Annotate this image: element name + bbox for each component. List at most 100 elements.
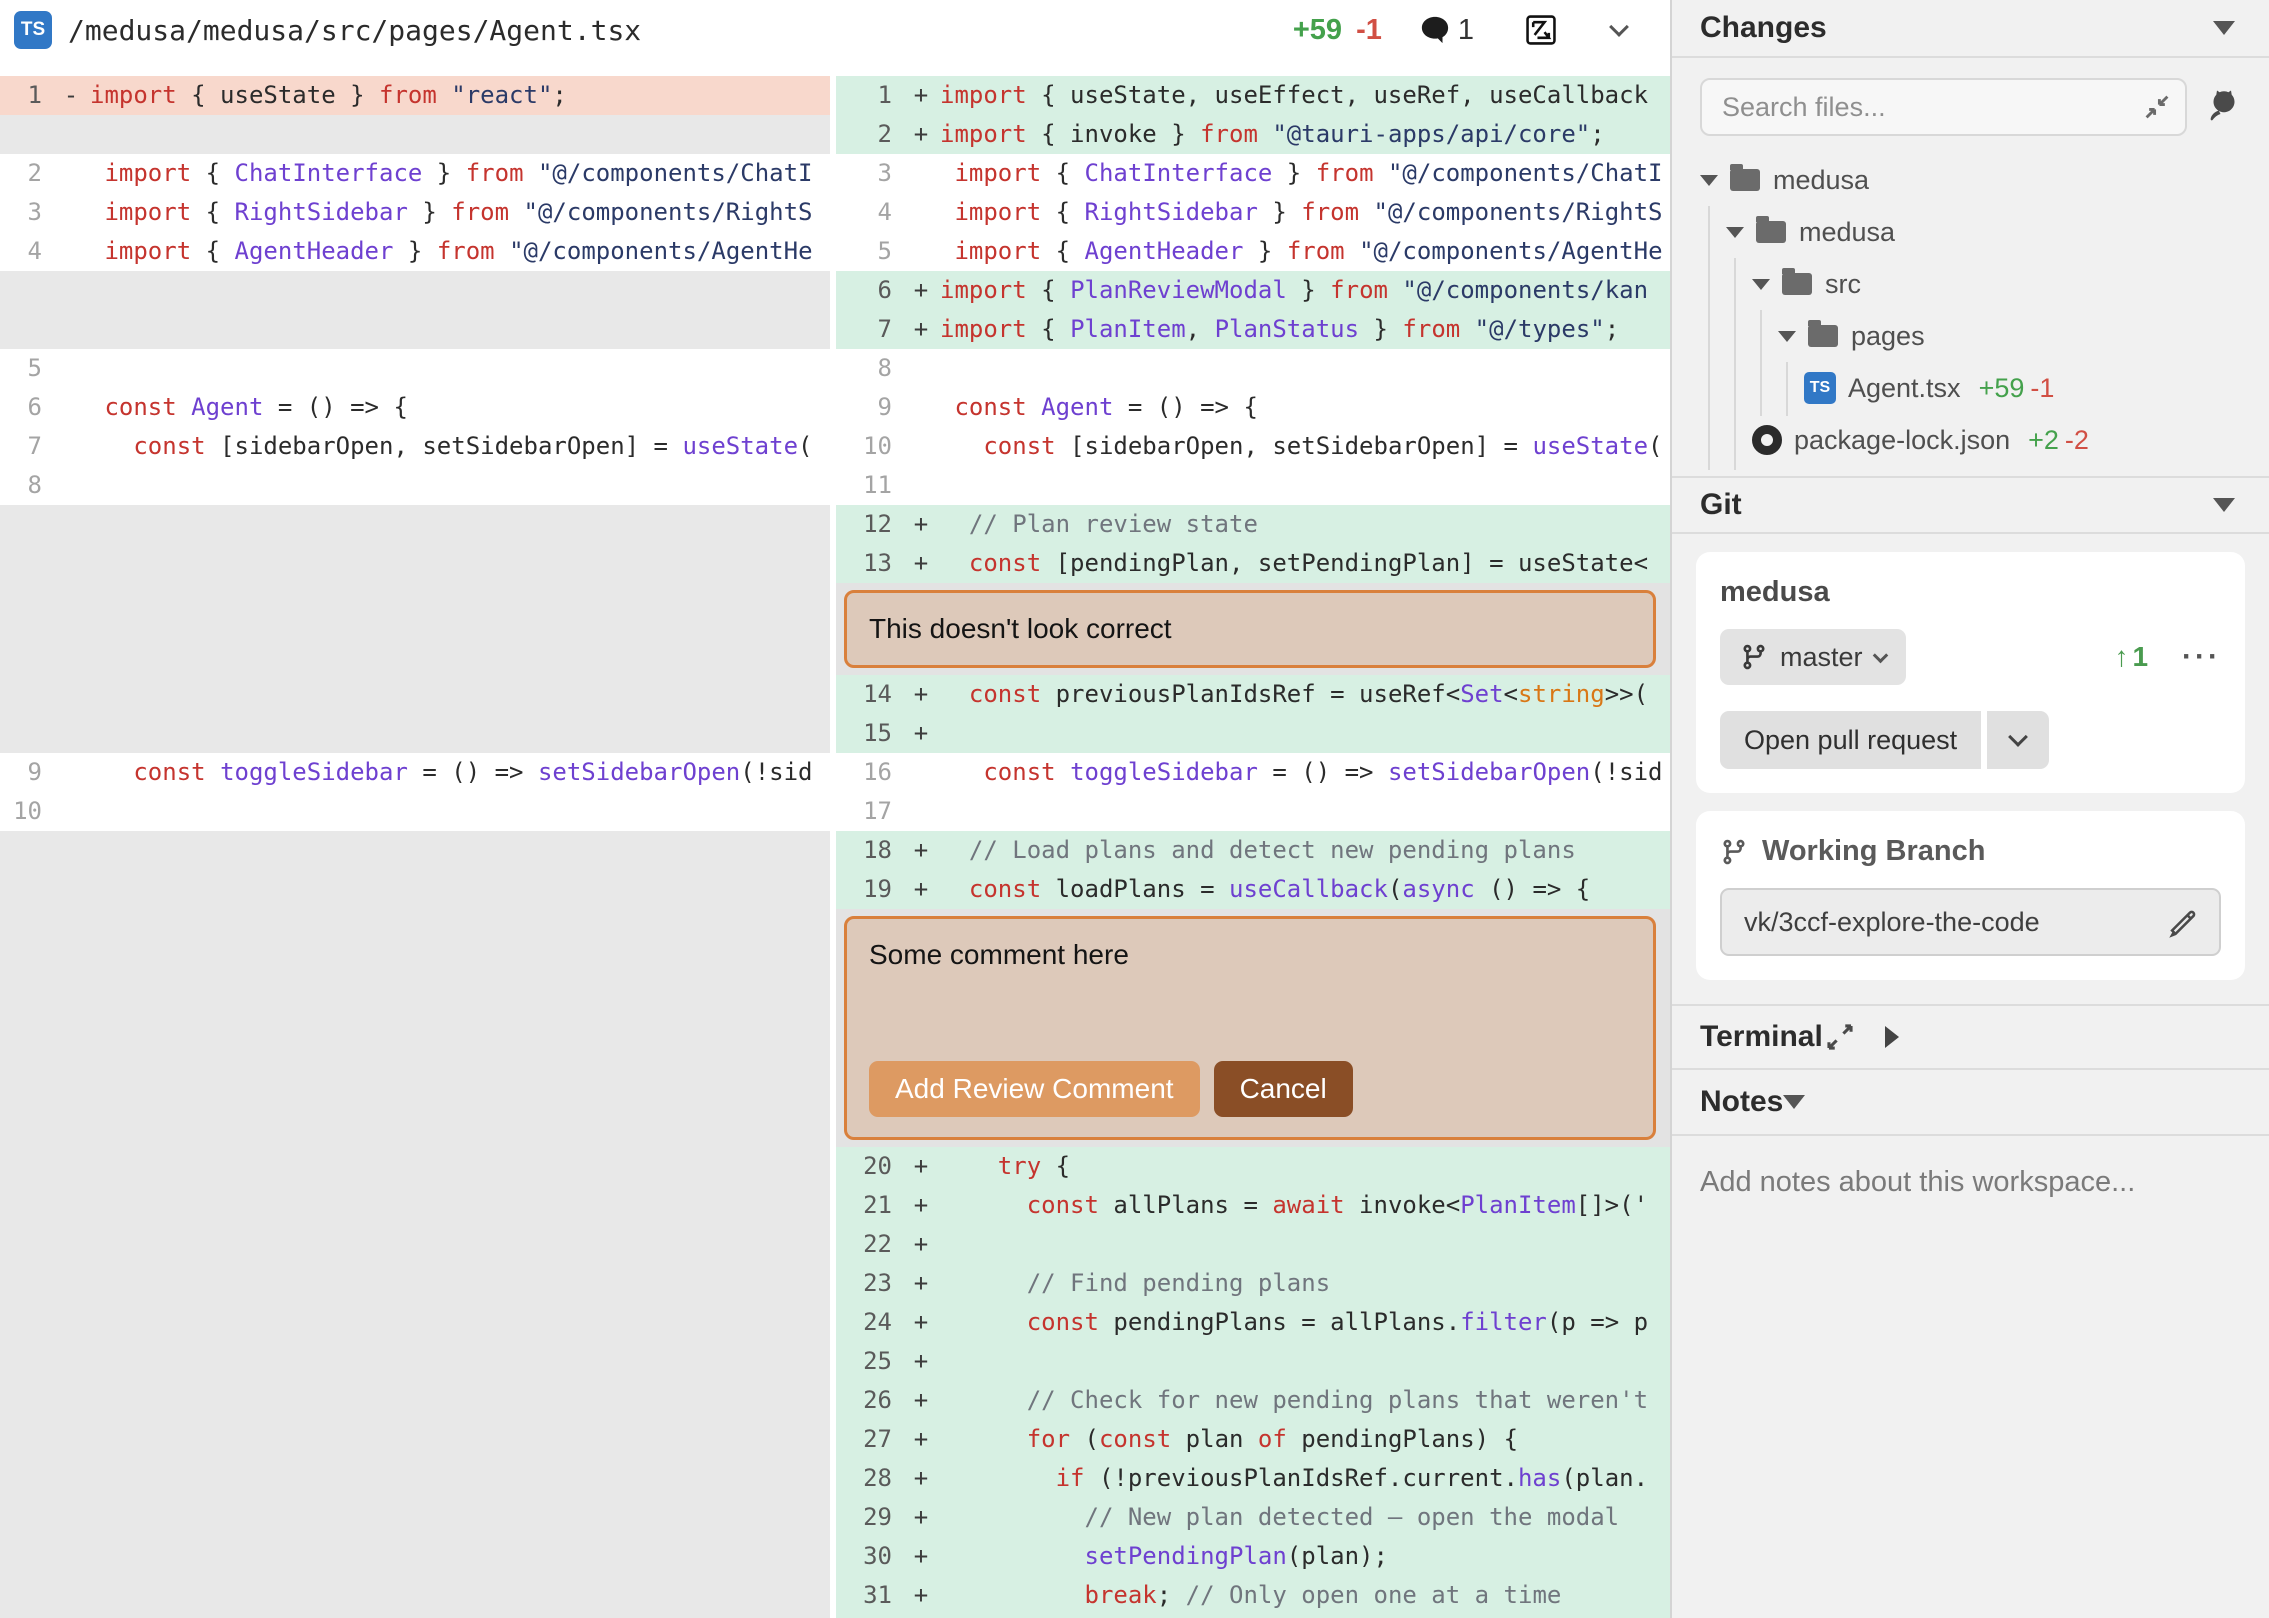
line-number: 3: [836, 154, 902, 193]
tree-item-medusa[interactable]: medusa: [1672, 154, 2269, 206]
diff-line[interactable]: 19+ const loadPlans = useCallback(async …: [836, 870, 1670, 909]
open-pull-request-button[interactable]: Open pull request: [1720, 711, 1981, 769]
tree-item-medusa[interactable]: medusa: [1672, 206, 2269, 258]
diff-line[interactable]: 2+import { invoke } from "@tauri-apps/ap…: [836, 115, 1670, 154]
inline-review-comment[interactable]: This doesn't look correct: [844, 590, 1656, 668]
repo-overflow-menu[interactable]: ···: [2182, 640, 2221, 674]
working-branch-field[interactable]: vk/3ccf-explore-the-code: [1720, 888, 2221, 956]
diff-line[interactable]: 17: [836, 792, 1670, 831]
diff-line[interactable]: 9 const Agent = () => {: [836, 388, 1670, 427]
diff-marker: [902, 232, 940, 271]
diff-marker: [902, 349, 940, 388]
diff-line[interactable]: 22+: [836, 1225, 1670, 1264]
notes-input[interactable]: Add notes about this workspace...: [1672, 1136, 2269, 1229]
line-number: 20: [836, 1147, 902, 1186]
diff-line[interactable]: 7+import { PlanItem, PlanStatus } from "…: [836, 310, 1670, 349]
diff-line[interactable]: 27+ for (const plan of pendingPlans) {: [836, 1420, 1670, 1459]
line-number: 1: [0, 76, 52, 115]
diff-line[interactable]: 26+ // Check for new pending plans that …: [836, 1381, 1670, 1420]
diff-line[interactable]: 8: [836, 349, 1670, 388]
diff-line[interactable]: 23+ // Find pending plans: [836, 1264, 1670, 1303]
comment-count: 1: [1458, 14, 1474, 47]
arrow-up-icon: ↑: [2114, 641, 2128, 673]
github-icon[interactable]: [2203, 86, 2245, 128]
diff-line[interactable]: 11: [836, 466, 1670, 505]
diff-marker: [52, 349, 90, 388]
tree-item-label: Agent.tsx: [1848, 373, 1961, 404]
diff-line[interactable]: 30+ setPendingPlan(plan);: [836, 1537, 1670, 1576]
search-files-input[interactable]: [1700, 78, 2187, 136]
collapse-file-chevron-icon[interactable]: [1612, 21, 1626, 39]
diff-line[interactable]: 9 const toggleSidebar = () => setSidebar…: [0, 753, 830, 792]
tree-item-src[interactable]: src: [1672, 258, 2269, 310]
diff-line[interactable]: 29+ // New plan detected — open the moda…: [836, 1498, 1670, 1537]
diff-line[interactable]: 1+import { useState, useEffect, useRef, …: [836, 76, 1670, 115]
expand-terminal-icon[interactable]: [1823, 1020, 1857, 1054]
diff-line[interactable]: 10: [0, 792, 830, 831]
line-number: 11: [836, 466, 902, 505]
code-text: const allPlans = await invoke<PlanItem[]…: [940, 1186, 1670, 1225]
diff-line[interactable]: 1-import { useState } from "react";: [0, 76, 830, 115]
right-sidebar: Changes: [1670, 0, 2269, 1618]
line-number: 4: [0, 232, 52, 271]
diff-marker: +: [902, 1303, 940, 1342]
line-number: 18: [836, 831, 902, 870]
diff-marker: +: [902, 1147, 940, 1186]
diff-marker: +: [902, 1186, 940, 1225]
diff-line[interactable]: 3 import { ChatInterface } from "@/compo…: [836, 154, 1670, 193]
diff-line[interactable]: 12+ // Plan review state: [836, 505, 1670, 544]
changes-section-header[interactable]: Changes: [1672, 0, 2269, 58]
diff-line[interactable]: 4 import { AgentHeader } from "@/compone…: [0, 232, 830, 271]
folder-icon: [1782, 273, 1812, 295]
notes-section-header[interactable]: Notes: [1672, 1070, 2269, 1136]
line-number: 7: [0, 427, 52, 466]
additions-count: +59: [1293, 14, 1342, 47]
git-section-header[interactable]: Git: [1672, 476, 2269, 534]
tree-item-package-lock-json[interactable]: package-lock.json+2-2: [1672, 414, 2269, 466]
diff-line[interactable]: 24+ const pendingPlans = allPlans.filter…: [836, 1303, 1670, 1342]
diff-line[interactable]: 7 const [sidebarOpen, setSidebarOpen] = …: [0, 427, 830, 466]
notes-title: Notes: [1700, 1085, 1783, 1119]
diff-line[interactable]: 13+ const [pendingPlan, setPendingPlan] …: [836, 544, 1670, 583]
diff-line[interactable]: 31+ break; // Only open one at a time: [836, 1576, 1670, 1615]
git-branch-icon: [1720, 838, 1748, 866]
diff-line[interactable]: 10 const [sidebarOpen, setSidebarOpen] =…: [836, 427, 1670, 466]
code-text: // Load plans and detect new pending pla…: [940, 831, 1670, 870]
diff-gap: [0, 271, 830, 349]
diff-line[interactable]: 5: [0, 349, 830, 388]
line-number: 26: [836, 1381, 902, 1420]
comment-indicator[interactable]: 1: [1420, 14, 1474, 47]
diff-line[interactable]: 18+ // Load plans and detect new pending…: [836, 831, 1670, 870]
pull-request-options-button[interactable]: [1987, 711, 2049, 769]
workspace-window: TS /medusa/medusa/src/pages/Agent.tsx +5…: [0, 0, 2269, 1618]
diff-line[interactable]: 2 import { ChatInterface } from "@/compo…: [0, 154, 830, 193]
diff-line[interactable]: 20+ try {: [836, 1147, 1670, 1186]
code-text: // New plan detected — open the modal: [940, 1498, 1670, 1537]
commits-ahead-badge[interactable]: ↑1: [2114, 641, 2148, 673]
chevron-down-icon: [2008, 727, 2028, 747]
diff-line[interactable]: 25+: [836, 1342, 1670, 1381]
git-repo-card: medusa master ↑1 ··· Open pull request: [1696, 552, 2245, 793]
diff-line[interactable]: 8: [0, 466, 830, 505]
diff-line[interactable]: 5 import { AgentHeader } from "@/compone…: [836, 232, 1670, 271]
diff-line[interactable]: 28+ if (!previousPlanIdsRef.current.has(…: [836, 1459, 1670, 1498]
diff-line[interactable]: 4 import { RightSidebar } from "@/compon…: [836, 193, 1670, 232]
diff-line[interactable]: 3 import { RightSidebar } from "@/compon…: [0, 193, 830, 232]
diff-line[interactable]: 6+import { PlanReviewModal } from "@/com…: [836, 271, 1670, 310]
cancel-comment-button[interactable]: Cancel: [1214, 1061, 1353, 1117]
review-comment-textarea[interactable]: Some comment here: [869, 939, 1631, 1061]
diff-line[interactable]: 21+ const allPlans = await invoke<PlanIt…: [836, 1186, 1670, 1225]
line-number: 10: [836, 427, 902, 466]
diff-tool-logo-icon[interactable]: [1524, 13, 1558, 47]
diff-line[interactable]: 15+: [836, 714, 1670, 753]
branch-selector[interactable]: master: [1720, 629, 1906, 685]
code-text: [940, 1342, 1670, 1381]
add-review-comment-button[interactable]: Add Review Comment: [869, 1061, 1200, 1117]
diff-line[interactable]: 14+ const previousPlanIdsRef = useRef<Se…: [836, 675, 1670, 714]
chevron-down-icon: [1783, 1095, 1805, 1109]
diff-line[interactable]: 16 const toggleSidebar = () => setSideba…: [836, 753, 1670, 792]
edit-pencil-icon[interactable]: [2167, 905, 2201, 939]
collapse-tree-icon[interactable]: [2141, 91, 2173, 123]
terminal-section-header[interactable]: Terminal: [1672, 1004, 2269, 1070]
diff-line[interactable]: 6 const Agent = () => {: [0, 388, 830, 427]
